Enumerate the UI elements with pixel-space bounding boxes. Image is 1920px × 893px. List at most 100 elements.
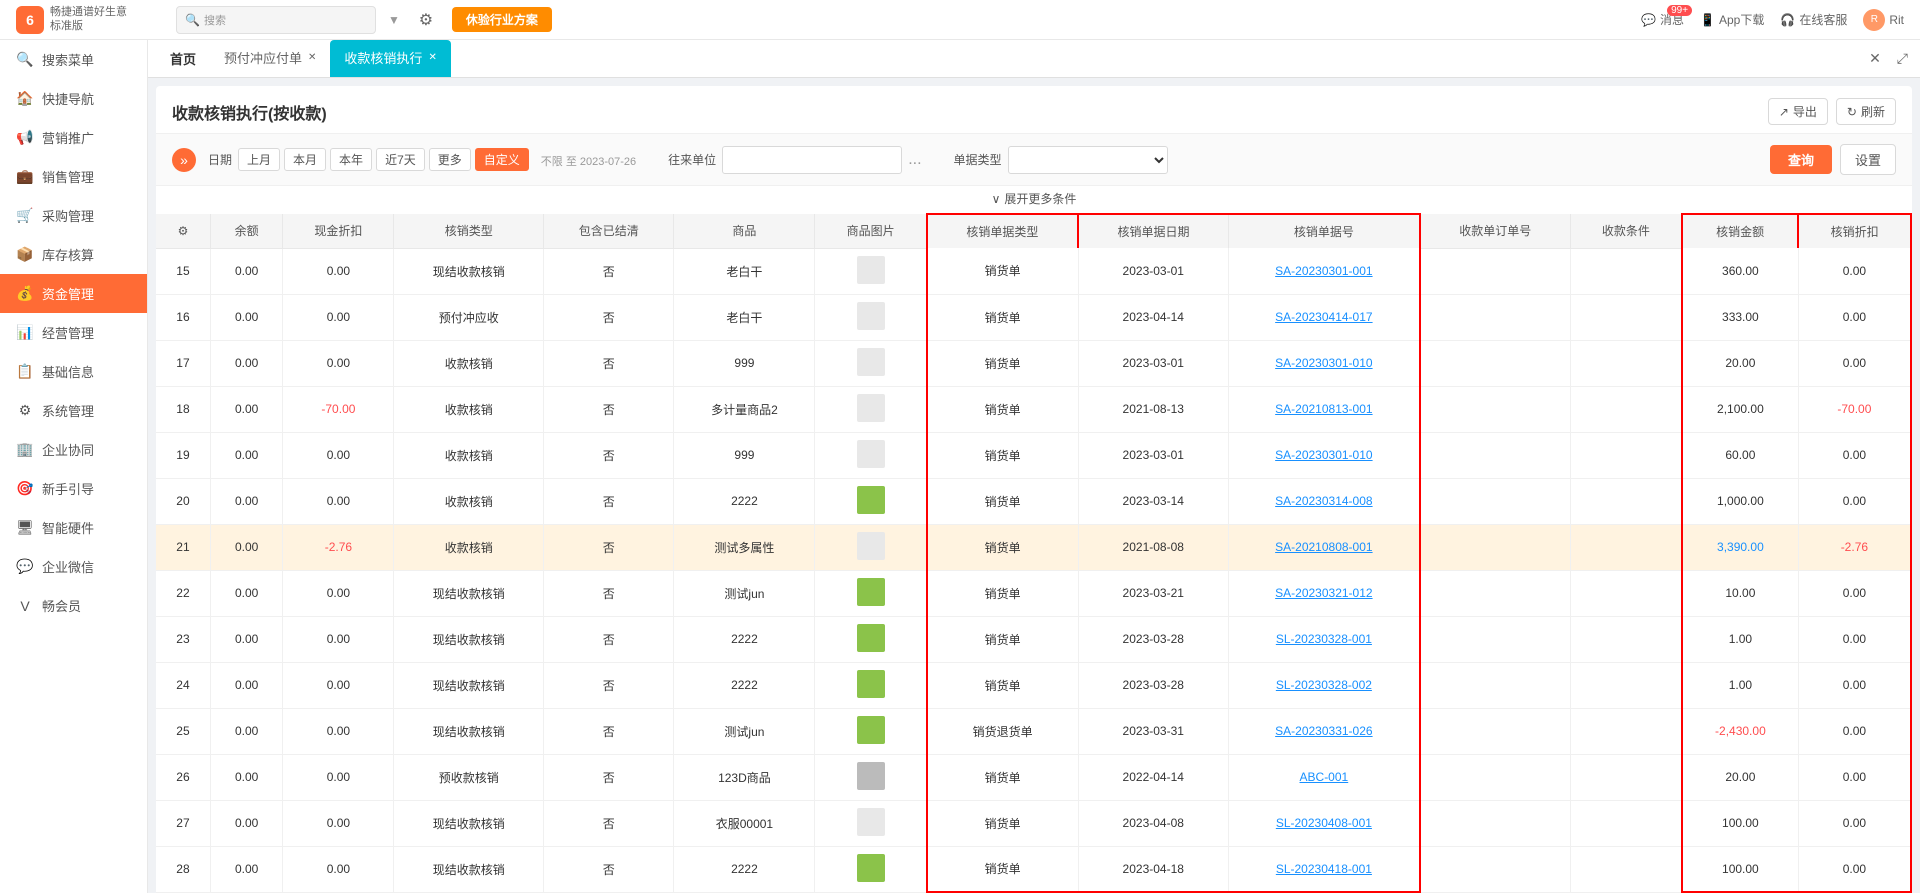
date-btn-last-month[interactable]: 上月 bbox=[238, 148, 280, 171]
goods-image bbox=[857, 578, 885, 606]
td-goods: 2222 bbox=[674, 616, 815, 662]
td-writeoff-bill-date: 2023-04-14 bbox=[1078, 294, 1228, 340]
filter-expand-btn[interactable]: » bbox=[172, 148, 196, 172]
date-btn-7days[interactable]: 近7天 bbox=[376, 148, 425, 171]
bill-no-link[interactable]: SL-20230328-001 bbox=[1276, 632, 1372, 646]
td-writeoff-bill-no: SL-20230328-002 bbox=[1228, 662, 1419, 708]
goods-image bbox=[857, 624, 885, 652]
sidebar-item-basic[interactable]: 📋基础信息 bbox=[0, 352, 147, 391]
date-btn-this-month[interactable]: 本月 bbox=[284, 148, 326, 171]
sidebar-item-finance[interactable]: 💰资金管理 bbox=[0, 274, 147, 313]
industry-btn[interactable]: 休验行业方案 bbox=[452, 7, 552, 32]
filter-bar: » 日期 上月 本月 本年 近7天 更多 自定义 不限 至 202 bbox=[156, 134, 1912, 186]
counterpart-input[interactable] bbox=[722, 146, 902, 174]
operation-icon: 📊 bbox=[16, 324, 34, 342]
sidebar-item-sales[interactable]: 💼销售管理 bbox=[0, 157, 147, 196]
td-writeoff-bill-type: 销货单 bbox=[927, 248, 1078, 294]
td-receipt-order-no bbox=[1420, 708, 1570, 754]
query-btn[interactable]: 查询 bbox=[1770, 145, 1832, 174]
page-title: 收款核销执行(按收款) bbox=[172, 100, 327, 124]
tab-prepay[interactable]: 预付冲应付单 ✕ bbox=[210, 40, 330, 77]
td-receipt-order-no bbox=[1420, 248, 1570, 294]
sidebar-item-quicknav[interactable]: 🏠快捷导航 bbox=[0, 79, 147, 118]
td-writeoff-bill-no: SA-20230301-001 bbox=[1228, 248, 1419, 294]
sidebar-item-purchase[interactable]: 🛒采购管理 bbox=[0, 196, 147, 235]
bill-no-link[interactable]: SL-20230328-002 bbox=[1276, 678, 1372, 692]
th-included-settled: 包含已结清 bbox=[544, 214, 674, 248]
bill-no-link[interactable]: SL-20230408-001 bbox=[1276, 816, 1372, 830]
td-no: 17 bbox=[156, 340, 210, 386]
td-no: 23 bbox=[156, 616, 210, 662]
message-badge: 99+ bbox=[1667, 5, 1692, 16]
sidebar-item-marketing[interactable]: 📢营销推广 bbox=[0, 118, 147, 157]
date-btn-this-year[interactable]: 本年 bbox=[330, 148, 372, 171]
tab-close-all[interactable]: ✕ bbox=[1865, 46, 1885, 71]
sidebar-item-enterprise[interactable]: 🏢企业协同 bbox=[0, 430, 147, 469]
td-balance: 0.00 bbox=[210, 478, 282, 524]
bill-no-link[interactable]: SA-20230321-012 bbox=[1275, 586, 1372, 600]
export-btn[interactable]: ↗ 导出 bbox=[1768, 98, 1828, 125]
td-writeoff-bill-no: SA-20230314-008 bbox=[1228, 478, 1419, 524]
bill-no-link[interactable]: SA-20210813-001 bbox=[1275, 402, 1372, 416]
tab-home[interactable]: 首页 bbox=[156, 41, 210, 76]
td-cash-discount: 0.00 bbox=[283, 754, 394, 800]
dropdown-arrow[interactable]: ▼ bbox=[388, 13, 400, 27]
td-writeoff-bill-date: 2023-03-28 bbox=[1078, 662, 1228, 708]
date-filter-group: 日期 上月 本月 本年 近7天 更多 自定义 bbox=[208, 148, 529, 171]
td-goods-img bbox=[815, 294, 927, 340]
td-receipt-order-no bbox=[1420, 294, 1570, 340]
tab-writeoff[interactable]: 收款核销执行 ✕ bbox=[330, 40, 450, 77]
td-writeoff-bill-no: SL-20230328-001 bbox=[1228, 616, 1419, 662]
td-writeoff-amount: 360.00 bbox=[1682, 248, 1798, 294]
tab-writeoff-close[interactable]: ✕ bbox=[428, 52, 436, 63]
sidebar-item-system[interactable]: ⚙系统管理 bbox=[0, 391, 147, 430]
td-writeoff-bill-date: 2021-08-13 bbox=[1078, 386, 1228, 432]
tab-expand[interactable]: ⤢ bbox=[1893, 46, 1912, 71]
layout: 🔍搜索菜单🏠快捷导航📢营销推广💼销售管理🛒采购管理📦库存核算💰资金管理📊经营管理… bbox=[0, 40, 1920, 893]
sidebar-item-newbie[interactable]: 🎯新手引导 bbox=[0, 469, 147, 508]
sidebar-item-member[interactable]: V畅会员 bbox=[0, 586, 147, 625]
page-actions: ↗ 导出 ↻ 刷新 bbox=[1768, 98, 1896, 125]
bill-no-link[interactable]: SA-20230331-026 bbox=[1275, 724, 1372, 738]
table-row: 27 0.00 0.00 现结收款核销 否 衣服00001 销货单 2023-0… bbox=[156, 800, 1911, 846]
sidebar-label-sales: 销售管理 bbox=[42, 167, 94, 186]
sidebar-item-search[interactable]: 🔍搜索菜单 bbox=[0, 40, 147, 79]
bill-no-link[interactable]: SA-20230301-010 bbox=[1275, 448, 1372, 462]
bill-no-link[interactable]: SA-20230301-010 bbox=[1275, 356, 1372, 370]
td-included-settled: 否 bbox=[544, 478, 674, 524]
sidebar-item-inventory[interactable]: 📦库存核算 bbox=[0, 235, 147, 274]
sidebar-item-wechat[interactable]: 💬企业微信 bbox=[0, 547, 147, 586]
bill-no-link[interactable]: SA-20230414-017 bbox=[1275, 310, 1372, 324]
filter-dots: ... bbox=[908, 151, 921, 169]
tab-prepay-close[interactable]: ✕ bbox=[308, 52, 316, 63]
td-receipt-order-no bbox=[1420, 616, 1570, 662]
td-balance: 0.00 bbox=[210, 294, 282, 340]
user-menu[interactable]: R Rit bbox=[1863, 9, 1904, 31]
refresh-btn[interactable]: ↻ 刷新 bbox=[1836, 98, 1896, 125]
message-btn[interactable]: 💬 消息 99+ bbox=[1641, 11, 1684, 28]
expand-more-btn[interactable]: ∨ 展开更多条件 bbox=[992, 190, 1077, 207]
app-download-btn[interactable]: 📱 App下载 bbox=[1700, 11, 1764, 28]
bill-no-link[interactable]: SA-20230301-001 bbox=[1275, 264, 1372, 278]
online-service-btn[interactable]: 🎧 在线客服 bbox=[1780, 11, 1847, 28]
gear-icon[interactable]: ⚙ bbox=[412, 6, 440, 34]
finance-icon: 💰 bbox=[16, 285, 34, 303]
td-writeoff-type: 现结收款核销 bbox=[394, 708, 544, 754]
date-btn-custom[interactable]: 自定义 bbox=[475, 148, 529, 171]
th-settings[interactable]: ⚙ bbox=[156, 214, 210, 248]
sidebar-item-operation[interactable]: 📊经营管理 bbox=[0, 313, 147, 352]
tab-bar: 首页 预付冲应付单 ✕ 收款核销执行 ✕ ✕ ⤢ bbox=[148, 40, 1920, 78]
bill-no-link[interactable]: SL-20230418-001 bbox=[1276, 862, 1372, 876]
td-writeoff-type: 收款核销 bbox=[394, 386, 544, 432]
bill-no-link[interactable]: SA-20230314-008 bbox=[1275, 494, 1372, 508]
voucher-type-select[interactable] bbox=[1008, 146, 1168, 174]
date-btn-more[interactable]: 更多 bbox=[429, 148, 471, 171]
bill-no-link[interactable]: ABC-001 bbox=[1300, 770, 1349, 784]
td-balance: 0.00 bbox=[210, 386, 282, 432]
bill-no-link[interactable]: SA-20210808-001 bbox=[1275, 540, 1372, 554]
setting-btn[interactable]: 设置 bbox=[1840, 144, 1896, 175]
td-writeoff-bill-no: SA-20210813-001 bbox=[1228, 386, 1419, 432]
search-input[interactable]: 🔍 搜索 bbox=[176, 6, 376, 34]
td-writeoff-type: 现结收款核销 bbox=[394, 616, 544, 662]
sidebar-item-hardware[interactable]: 🖥智能硬件 bbox=[0, 508, 147, 547]
